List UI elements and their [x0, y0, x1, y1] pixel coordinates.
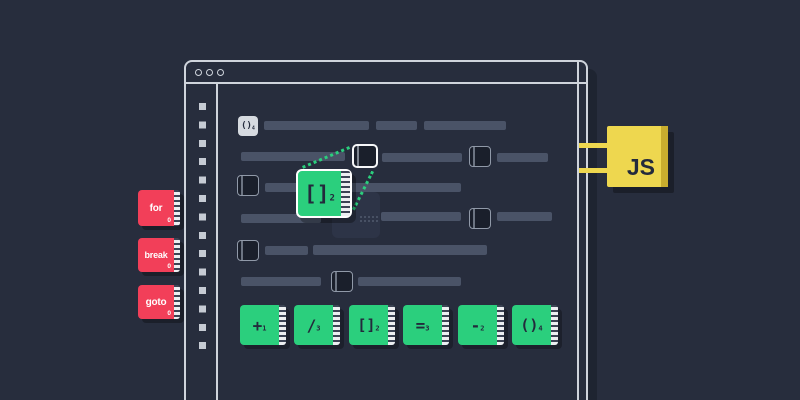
operator-tile-plus[interactable]: +1 [240, 305, 286, 345]
gutter-marker-squares [199, 103, 206, 353]
javascript-badge: JS [607, 126, 668, 187]
operator-tile-parens[interactable]: ()4 [512, 305, 558, 345]
tile-subscript: 3 [316, 325, 320, 333]
empty-slot[interactable] [237, 240, 259, 261]
tile-subscript: 1 [262, 325, 266, 333]
tile-subscript: 3 [425, 325, 429, 333]
keyword-note-for[interactable]: for 0 [138, 190, 180, 226]
code-bar [497, 153, 548, 162]
tile-symbol: / [307, 316, 317, 335]
notepad-ridge [341, 171, 350, 216]
tile-symbol: - [471, 316, 481, 335]
badge-label: JS [627, 154, 655, 181]
operator-tile-minus[interactable]: -2 [458, 305, 504, 345]
notepad-ridge [442, 305, 449, 345]
tile-subscript: 2 [480, 325, 484, 333]
operator-tile-brackets[interactable]: []2 [349, 305, 395, 345]
operator-tile-slash[interactable]: /3 [294, 305, 340, 345]
badge-pin [579, 143, 607, 148]
notepad-ridge [174, 238, 180, 272]
empty-slot[interactable] [331, 271, 353, 292]
keyword-note-break[interactable]: break 0 [138, 238, 180, 272]
empty-slot[interactable] [469, 146, 491, 167]
code-bar [497, 212, 552, 221]
operator-tile-equals[interactable]: =3 [403, 305, 449, 345]
tile-face: [] 2 [298, 182, 341, 206]
notepad-ridge [174, 190, 180, 226]
line-number-gutter [186, 84, 218, 400]
empty-slot[interactable] [237, 175, 259, 196]
keyword-subscript: 0 [167, 310, 171, 317]
code-bar [313, 245, 487, 255]
code-bar [264, 121, 369, 130]
code-bar [382, 153, 462, 162]
window-minimize-icon[interactable] [206, 69, 213, 76]
window-maximize-icon[interactable] [217, 69, 224, 76]
keyword-note-goto[interactable]: goto 0 [138, 285, 180, 319]
code-bar [358, 277, 461, 286]
target-slot[interactable] [352, 144, 378, 168]
keyword-label: for [150, 203, 163, 214]
tile-subscript: 2 [329, 193, 334, 203]
badge-pin [579, 168, 607, 173]
tile-subscript: 2 [375, 325, 379, 333]
notepad-ridge [388, 305, 395, 345]
notepad-ridge [279, 305, 286, 345]
code-bar [265, 246, 308, 255]
editor-window [184, 60, 588, 400]
ghost-dotted-bar [359, 215, 378, 223]
code-bar [376, 121, 417, 130]
notepad-ridge [174, 285, 180, 319]
notepad-ridge [333, 305, 340, 345]
code-bar [381, 212, 461, 221]
code-bar [241, 277, 321, 286]
notepad-ridge [551, 305, 558, 345]
window-titlebar [186, 62, 586, 84]
tile-symbol: [] [357, 316, 375, 334]
badge-page-edge [661, 126, 668, 187]
keyword-subscript: 0 [167, 263, 171, 270]
keyword-subscript: 0 [167, 217, 171, 224]
dragged-operator-tile[interactable]: [] 2 [296, 169, 352, 218]
tile-symbol: + [253, 316, 263, 335]
paren-token-tile[interactable]: () 4 [238, 116, 258, 136]
tile-symbol: = [416, 316, 426, 335]
illustration-stage: () 4 [] 2 for 0 break 0 goto 0 +1 /3 []2 [0, 0, 800, 400]
token-symbol: () [241, 121, 252, 131]
tile-symbol: [] [304, 182, 329, 206]
tile-symbol: () [520, 316, 538, 334]
notepad-ridge [497, 305, 504, 345]
tile-subscript: 4 [538, 325, 542, 333]
token-subscript: 4 [252, 126, 255, 132]
keyword-label: goto [146, 297, 167, 308]
code-bar [424, 121, 506, 130]
window-right-inner-border [577, 62, 579, 400]
window-close-icon[interactable] [195, 69, 202, 76]
empty-slot[interactable] [469, 208, 491, 229]
keyword-label: break [144, 250, 167, 260]
